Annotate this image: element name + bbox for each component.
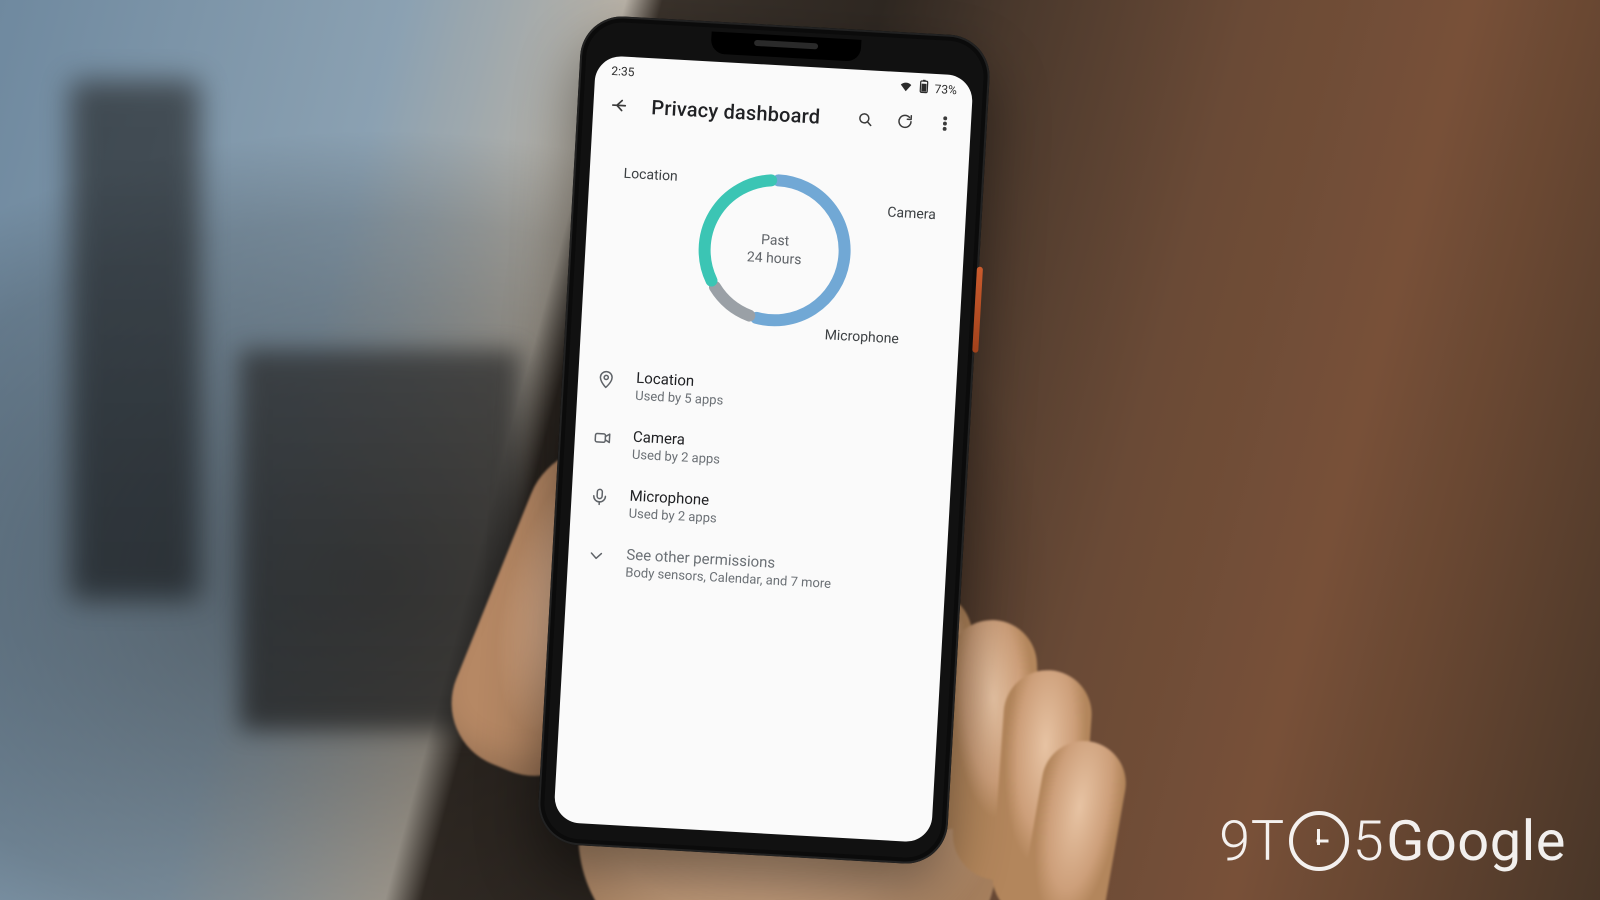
- battery-icon: [918, 79, 929, 97]
- battery-text: 73%: [934, 81, 957, 96]
- usage-donut: Past 24 hours Location Camera Microphone: [580, 130, 970, 371]
- row-subtitle: Used by 2 apps: [632, 448, 721, 468]
- clock-text: 2:35: [611, 63, 635, 78]
- chevron-down-icon: [584, 545, 609, 566]
- center-line-2: 24 hours: [746, 249, 801, 270]
- clock-icon: [1289, 811, 1349, 871]
- row-title: Location: [636, 369, 725, 392]
- row-title: Microphone: [629, 487, 718, 510]
- refresh-button[interactable]: [886, 102, 924, 140]
- back-button[interactable]: [600, 86, 638, 124]
- phone-frame: 2:35 73% Privacy dashboard: [536, 14, 992, 866]
- location-icon: [594, 368, 619, 389]
- watermark: 9T 5 Google: [1219, 808, 1566, 874]
- row-subtitle: Used by 2 apps: [628, 507, 717, 527]
- search-button[interactable]: [846, 100, 884, 138]
- screen: 2:35 73% Privacy dashboard: [553, 55, 973, 843]
- donut-label-camera: Camera: [887, 205, 936, 224]
- page-title: Privacy dashboard: [651, 95, 834, 129]
- row-subtitle: Used by 5 apps: [635, 389, 724, 409]
- microphone-icon: [587, 486, 612, 507]
- overflow-button[interactable]: [926, 105, 964, 143]
- power-button[interactable]: [972, 267, 983, 353]
- donut-center: Past 24 hours: [746, 231, 802, 269]
- wm-mid: 5: [1353, 808, 1385, 874]
- wm-brand: Google: [1386, 808, 1566, 874]
- wifi-icon: [898, 79, 913, 95]
- donut-label-microphone: Microphone: [824, 327, 899, 347]
- wm-left: 9T: [1219, 808, 1285, 874]
- camera-icon: [590, 427, 615, 448]
- row-title: Camera: [632, 428, 721, 451]
- photo-scene: 2:35 73% Privacy dashboard: [0, 0, 1600, 900]
- permission-list: Location Used by 5 apps Camera Used by 2…: [566, 350, 957, 611]
- donut-label-location: Location: [623, 166, 678, 185]
